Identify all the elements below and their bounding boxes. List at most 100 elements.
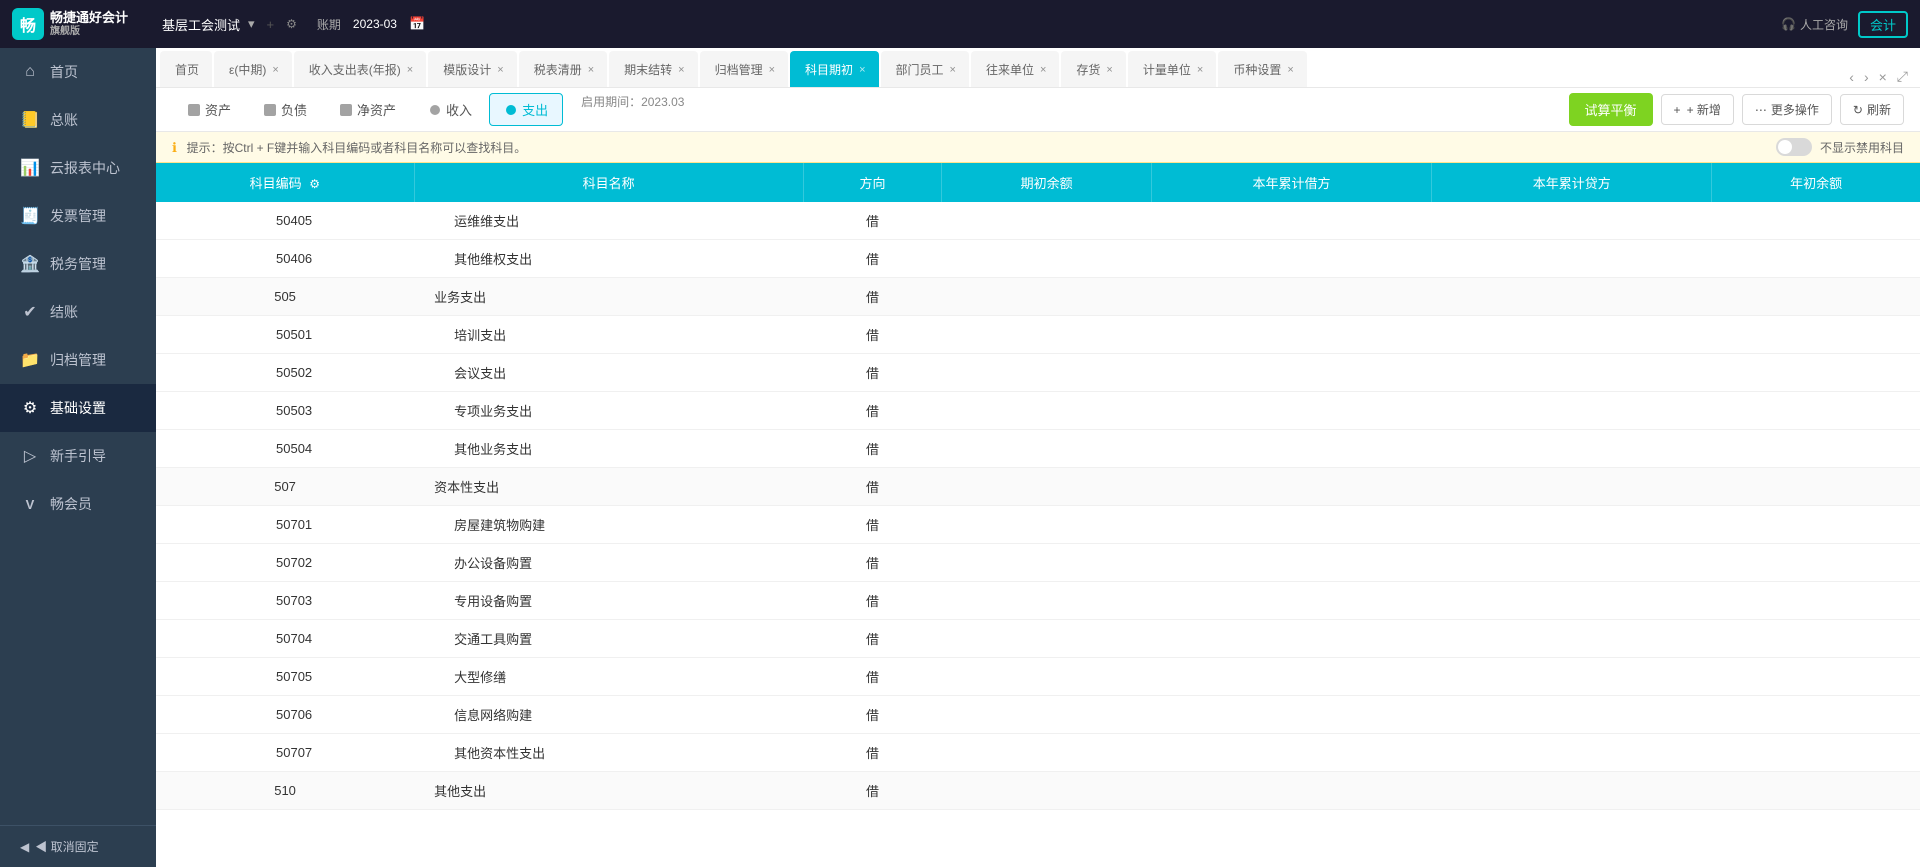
add-button[interactable]: + + 新增 bbox=[1661, 94, 1734, 125]
tab-dept-close[interactable]: × bbox=[950, 64, 956, 76]
table-row[interactable]: 50405 运维维支出 借 bbox=[156, 202, 1920, 240]
sidebar-item-member[interactable]: V 畅会员 bbox=[0, 480, 156, 528]
cell-year-init bbox=[1712, 620, 1920, 658]
cell-init-balance bbox=[942, 278, 1151, 316]
account-dropdown-icon[interactable]: ▾ bbox=[248, 16, 255, 32]
table-row[interactable]: 50707 其他资本性支出 借 bbox=[156, 734, 1920, 772]
sidebar-item-reports[interactable]: 📊 云报表中心 bbox=[0, 144, 156, 192]
tab-subject-init[interactable]: 科目期初 × bbox=[790, 51, 878, 87]
refresh-button[interactable]: ↻ 刷新 bbox=[1840, 94, 1904, 125]
cell-direction: 借 bbox=[803, 696, 942, 734]
table-row[interactable]: 50502 会议支出 借 bbox=[156, 354, 1920, 392]
sidebar-item-ledger[interactable]: 📒 总账 bbox=[0, 96, 156, 144]
tab-counterpart[interactable]: 往来单位 × bbox=[971, 51, 1059, 87]
table-row[interactable]: 50705 大型修缮 借 bbox=[156, 658, 1920, 696]
cat-tab-asset[interactable]: 资产 bbox=[172, 93, 246, 126]
balance-button[interactable]: 试算平衡 bbox=[1569, 93, 1653, 126]
tab-period-end[interactable]: 期末结转 × bbox=[609, 51, 697, 87]
table-row[interactable]: 50701 房屋建筑物购建 借 bbox=[156, 506, 1920, 544]
table-row[interactable]: 50706 信息网络购建 借 bbox=[156, 696, 1920, 734]
tab-annual-close[interactable]: × bbox=[407, 64, 413, 76]
table-row[interactable]: 50704 交通工具购置 借 bbox=[156, 620, 1920, 658]
tab-unit[interactable]: 计量单位 × bbox=[1128, 51, 1216, 87]
disabled-toggle[interactable] bbox=[1776, 138, 1812, 156]
tab-prev-button[interactable]: ‹ bbox=[1845, 67, 1858, 87]
tab-currency-label: 币种设置 bbox=[1233, 61, 1281, 78]
sidebar-item-tax[interactable]: 🏦 税务管理 bbox=[0, 240, 156, 288]
cell-direction: 借 bbox=[803, 202, 942, 240]
more-button[interactable]: ⋯ 更多操作 bbox=[1742, 94, 1832, 125]
sidebar-item-archive[interactable]: 📁 归档管理 bbox=[0, 336, 156, 384]
tab-subject-init-close[interactable]: × bbox=[859, 64, 865, 76]
sidebar-item-home[interactable]: ⌂ 首页 bbox=[0, 48, 156, 96]
table-row[interactable]: 50501 培训支出 借 bbox=[156, 316, 1920, 354]
table-row[interactable]: 50702 办公设备购置 借 bbox=[156, 544, 1920, 582]
tab-period-end-close[interactable]: × bbox=[678, 64, 684, 76]
refresh-icon: ↻ bbox=[1853, 103, 1863, 117]
tab-unit-close[interactable]: × bbox=[1197, 64, 1203, 76]
table-row[interactable]: 50406 其他维权支出 借 bbox=[156, 240, 1920, 278]
tab-home[interactable]: 首页 bbox=[160, 51, 212, 87]
sidebar-item-guide[interactable]: ▷ 新手引导 bbox=[0, 432, 156, 480]
period-info: 启用期间：2023.03 bbox=[581, 93, 684, 126]
tab-mid-close[interactable]: × bbox=[272, 64, 278, 76]
sidebar-label-reports: 云报表中心 bbox=[50, 158, 120, 178]
tab-tax-close[interactable]: × bbox=[588, 64, 594, 76]
tab-template[interactable]: 模版设计 × bbox=[428, 51, 516, 87]
sidebar-item-close[interactable]: ✔ 结账 bbox=[0, 288, 156, 336]
cell-year-init bbox=[1712, 354, 1920, 392]
invoice-icon: 🧾 bbox=[20, 206, 40, 226]
cell-direction: 借 bbox=[803, 506, 942, 544]
cat-tab-net-asset[interactable]: 净资产 bbox=[324, 93, 411, 126]
help-button[interactable]: 🎧 人工咨询 bbox=[1781, 16, 1848, 33]
tab-counterpart-close[interactable]: × bbox=[1040, 64, 1046, 76]
table-row[interactable]: 50703 专用设备购置 借 bbox=[156, 582, 1920, 620]
tab-expand-button[interactable]: ⤢ bbox=[1893, 66, 1912, 87]
settings-icon[interactable]: ⚙ bbox=[286, 17, 297, 31]
cell-direction: 借 bbox=[803, 772, 942, 810]
tab-inventory-close[interactable]: × bbox=[1106, 64, 1112, 76]
sidebar-item-invoice[interactable]: 🧾 发票管理 bbox=[0, 192, 156, 240]
tab-currency-close[interactable]: × bbox=[1287, 64, 1293, 76]
tab-inventory[interactable]: 存货 × bbox=[1061, 51, 1125, 87]
table-row[interactable]: 507 资本性支出 借 bbox=[156, 468, 1920, 506]
table-row[interactable]: 505 业务支出 借 bbox=[156, 278, 1920, 316]
cat-tab-liability[interactable]: 负债 bbox=[248, 93, 322, 126]
cell-ytd-credit bbox=[1432, 734, 1712, 772]
tab-dept[interactable]: 部门员工 × bbox=[881, 51, 969, 87]
col-settings-icon[interactable]: ⚙ bbox=[309, 177, 320, 191]
cat-tab-income[interactable]: 收入 bbox=[413, 93, 487, 126]
tab-mid[interactable]: ε(中期) × bbox=[214, 51, 292, 87]
cell-ytd-debit bbox=[1151, 582, 1431, 620]
cell-direction: 借 bbox=[803, 658, 942, 696]
sidebar-item-settings[interactable]: ⚙ 基础设置 bbox=[0, 384, 156, 432]
cell-code: 50405 bbox=[156, 202, 414, 240]
user-badge[interactable]: 会计 bbox=[1858, 11, 1908, 38]
cell-init-balance bbox=[942, 468, 1151, 506]
tab-currency[interactable]: 币种设置 × bbox=[1218, 51, 1306, 87]
tab-archive-close[interactable]: × bbox=[769, 64, 775, 76]
cell-year-init bbox=[1712, 316, 1920, 354]
liability-icon bbox=[263, 103, 277, 117]
table-row[interactable]: 510 其他支出 借 bbox=[156, 772, 1920, 810]
tab-template-close[interactable]: × bbox=[497, 64, 503, 76]
tab-close-all-button[interactable]: × bbox=[1875, 67, 1891, 87]
sidebar-label-ledger: 总账 bbox=[50, 110, 78, 130]
tab-next-button[interactable]: › bbox=[1860, 67, 1873, 87]
collapse-button[interactable]: ◀ ◀ 取消固定 bbox=[0, 826, 156, 867]
table-row[interactable]: 50503 专项业务支出 借 bbox=[156, 392, 1920, 430]
cell-direction: 借 bbox=[803, 582, 942, 620]
cell-year-init bbox=[1712, 544, 1920, 582]
table-row[interactable]: 50504 其他业务支出 借 bbox=[156, 430, 1920, 468]
tab-tax[interactable]: 税表清册 × bbox=[519, 51, 607, 87]
tab-archive[interactable]: 归档管理 × bbox=[700, 51, 788, 87]
tab-tax-label: 税表清册 bbox=[534, 61, 582, 78]
tab-template-label: 模版设计 bbox=[443, 61, 491, 78]
tab-counterpart-label: 往来单位 bbox=[986, 61, 1034, 78]
calendar-icon[interactable]: 📅 bbox=[409, 16, 425, 32]
cell-year-init bbox=[1712, 240, 1920, 278]
tab-period-end-label: 期末结转 bbox=[624, 61, 672, 78]
toggle-area: 不显示禁用科目 bbox=[1776, 138, 1904, 156]
tab-annual[interactable]: 收入支出表(年报) × bbox=[294, 51, 426, 87]
cat-tab-expense[interactable]: 支出 bbox=[489, 93, 563, 126]
